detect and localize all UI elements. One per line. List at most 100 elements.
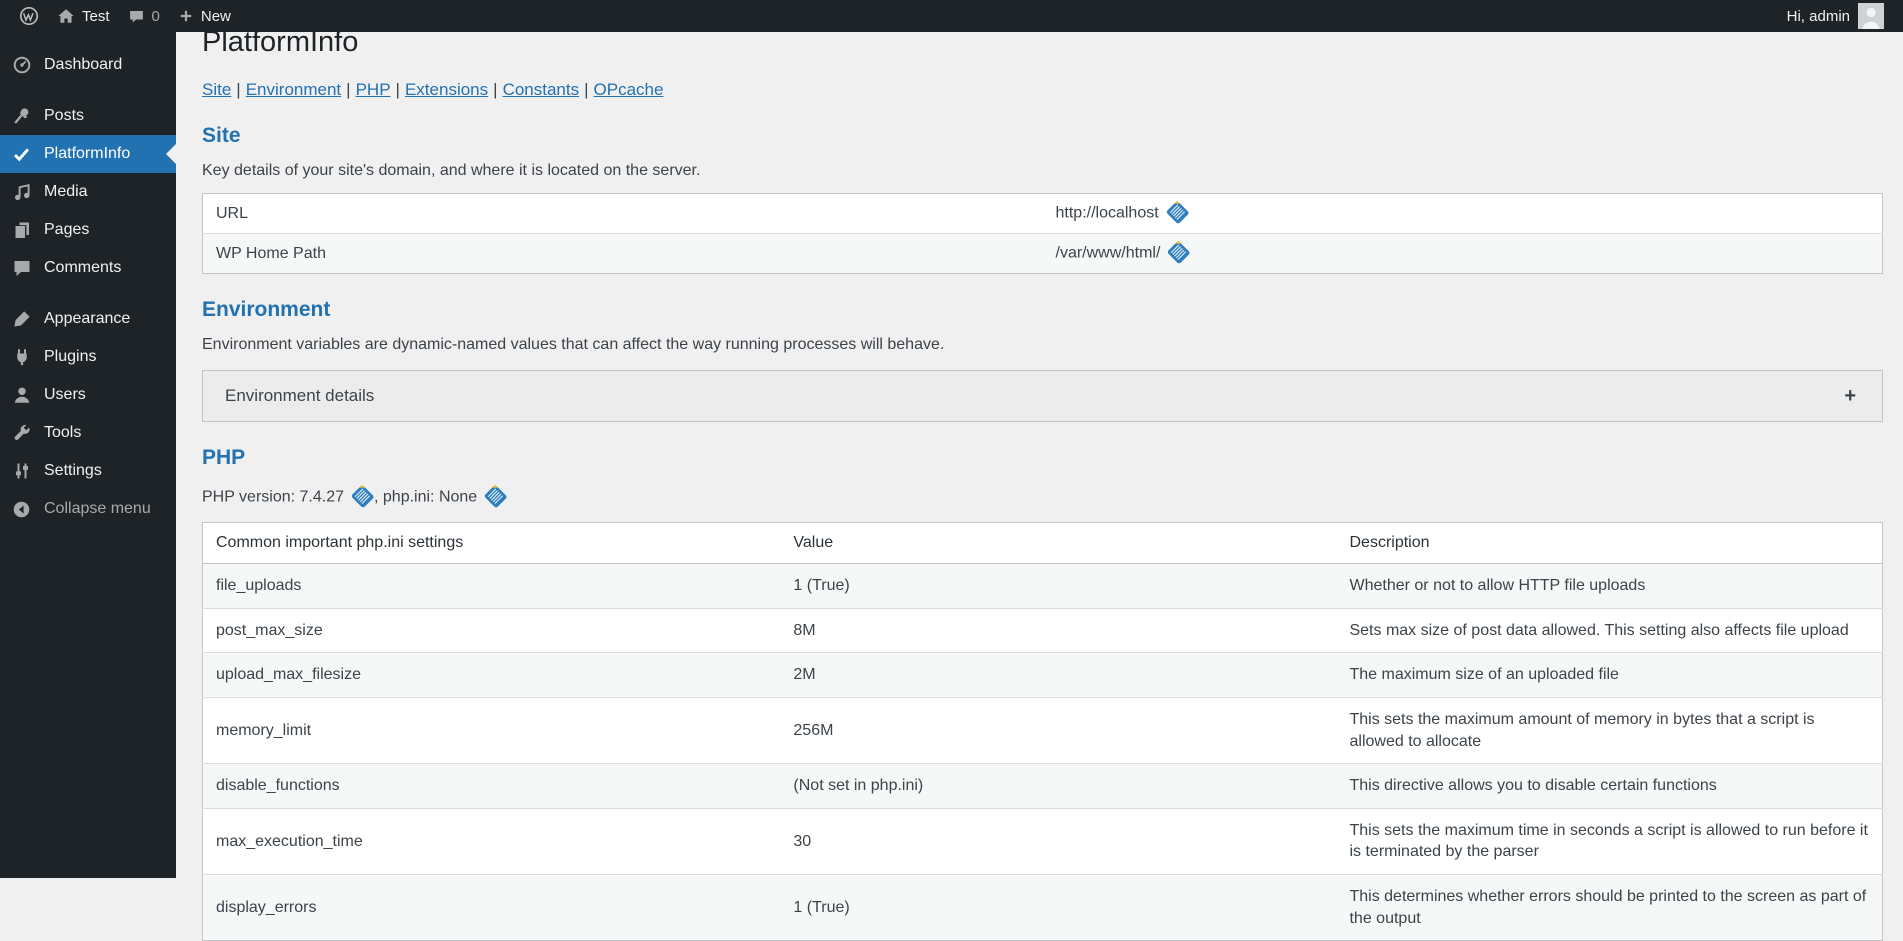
environment-section-description: Environment variables are dynamic-named … — [202, 336, 1881, 354]
home-icon — [57, 7, 75, 25]
setting-value: 1 (True) — [780, 564, 1336, 609]
site-section-heading: Site — [202, 124, 1881, 148]
sidebar-item-label: Users — [44, 386, 86, 404]
php-version-line: PHP version: 7.4.27, php.ini: None — [202, 486, 1881, 509]
collapse-arrow-icon — [11, 499, 32, 520]
section-nav: Site|Environment|PHP|Extensions|Constant… — [202, 80, 1881, 100]
php-ini-label: , php.ini: — [374, 489, 439, 506]
sidebar-item-label: Media — [44, 183, 88, 201]
new-plus-icon — [178, 8, 194, 24]
comment-count: 0 — [152, 8, 160, 25]
sidebar-item-appearance[interactable]: Appearance — [0, 300, 176, 338]
table-row: max_execution_time 30 This sets the maxi… — [203, 808, 1883, 874]
user-icon — [11, 385, 32, 406]
sidebar-item-platforminfo[interactable]: PlatformInfo — [0, 135, 176, 173]
table-row: upload_max_filesize 2M The maximum size … — [203, 653, 1883, 698]
collapse-menu-button[interactable]: Collapse menu — [0, 490, 176, 528]
environment-section-heading: Environment — [202, 298, 1881, 322]
site-row-value-cell: /var/www/html/ — [1043, 234, 1883, 274]
comment-bubble-icon — [11, 258, 32, 279]
sidebar-item-label: Tools — [44, 424, 81, 442]
wordpress-logo-icon — [19, 6, 39, 26]
wrench-icon — [11, 423, 32, 444]
setting-description: The maximum size of an uploaded file — [1336, 653, 1882, 698]
setting-description: This determines whether errors should be… — [1336, 875, 1882, 941]
table-row: WP Home Path /var/www/html/ — [203, 234, 1883, 274]
new-label: New — [201, 8, 231, 25]
sidebar-item-settings[interactable]: Settings — [0, 452, 176, 490]
php-settings-table: Common important php.ini settings Value … — [202, 522, 1883, 941]
nav-link-site[interactable]: Site — [202, 80, 231, 99]
sidebar-item-label: Settings — [44, 462, 102, 480]
sidebar-item-dashboard[interactable]: Dashboard — [0, 46, 176, 84]
admin-sidebar: Dashboard Posts PlatformInfo Media Pages… — [0, 32, 176, 878]
sidebar-item-label: Plugins — [44, 348, 96, 366]
column-header-setting: Common important php.ini settings — [203, 523, 781, 564]
setting-name: file_uploads — [203, 564, 781, 609]
setting-value: 8M — [780, 608, 1336, 653]
admin-bar: Test 0 New Hi, admin — [0, 0, 1903, 32]
comments-menu[interactable]: 0 — [119, 0, 169, 32]
sidebar-item-pages[interactable]: Pages — [0, 211, 176, 249]
site-row-value: http://localhost — [1056, 205, 1159, 222]
sidebar-item-comments[interactable]: Comments — [0, 249, 176, 287]
table-row: URL http://localhost — [203, 194, 1883, 234]
setting-name: display_errors — [203, 875, 781, 941]
site-row-label: URL — [203, 194, 1043, 234]
avatar — [1858, 3, 1884, 29]
copy-icon[interactable] — [484, 485, 507, 508]
nav-link-opcache[interactable]: OPcache — [594, 80, 664, 99]
site-table: URL http://localhost WP Home Path /var/w… — [202, 193, 1883, 274]
site-name-menu[interactable]: Test — [48, 0, 119, 32]
comment-bubble-icon — [128, 8, 145, 25]
sidebar-item-label: Comments — [44, 259, 121, 277]
php-version-value: 7.4.27 — [300, 489, 344, 506]
column-header-value: Value — [780, 523, 1336, 564]
php-version-label: PHP version: — [202, 489, 300, 506]
wp-logo-menu[interactable] — [10, 0, 48, 32]
copy-icon[interactable] — [351, 485, 374, 508]
nav-link-environment[interactable]: Environment — [246, 80, 341, 99]
sidebar-item-users[interactable]: Users — [0, 376, 176, 414]
collapse-menu-label: Collapse menu — [44, 500, 151, 518]
setting-description: Sets max size of post data allowed. This… — [1336, 608, 1882, 653]
sidebar-item-plugins[interactable]: Plugins — [0, 338, 176, 376]
setting-value: 30 — [780, 808, 1336, 874]
nav-separator: | — [236, 80, 240, 99]
setting-description: Whether or not to allow HTTP file upload… — [1336, 564, 1882, 609]
new-menu[interactable]: New — [169, 0, 240, 32]
my-account-menu[interactable]: Hi, admin — [1778, 0, 1893, 32]
sidebar-item-media[interactable]: Media — [0, 173, 176, 211]
plug-icon — [11, 347, 32, 368]
setting-name: upload_max_filesize — [203, 653, 781, 698]
nav-link-extensions[interactable]: Extensions — [405, 80, 488, 99]
sliders-icon — [11, 461, 32, 482]
check-icon — [11, 144, 32, 165]
setting-value: (Not set in php.ini) — [780, 764, 1336, 809]
table-row: post_max_size 8M Sets max size of post d… — [203, 608, 1883, 653]
sidebar-item-tools[interactable]: Tools — [0, 414, 176, 452]
menu-separator — [0, 287, 176, 300]
media-note-icon — [11, 182, 32, 203]
setting-name: post_max_size — [203, 608, 781, 653]
php-section-heading: PHP — [202, 446, 1881, 470]
sidebar-item-posts[interactable]: Posts — [0, 97, 176, 135]
nav-link-constants[interactable]: Constants — [503, 80, 580, 99]
copy-icon[interactable] — [1166, 201, 1189, 224]
nav-link-php[interactable]: PHP — [356, 80, 391, 99]
dashboard-icon — [11, 55, 32, 76]
site-row-label: WP Home Path — [203, 234, 1043, 274]
person-icon — [1858, 3, 1884, 29]
table-row: display_errors 1 (True) This determines … — [203, 875, 1883, 941]
setting-name: memory_limit — [203, 698, 781, 764]
setting-name: disable_functions — [203, 764, 781, 809]
environment-details-accordion[interactable]: Environment details + — [202, 370, 1883, 422]
site-row-value: /var/www/html/ — [1056, 245, 1161, 262]
brush-icon — [11, 309, 32, 330]
sidebar-item-label: Appearance — [44, 310, 130, 328]
setting-description: This sets the maximum amount of memory i… — [1336, 698, 1882, 764]
accordion-label: Environment details — [225, 386, 374, 406]
column-header-description: Description — [1336, 523, 1882, 564]
expand-plus-icon: + — [1844, 385, 1856, 408]
copy-icon[interactable] — [1167, 241, 1190, 264]
